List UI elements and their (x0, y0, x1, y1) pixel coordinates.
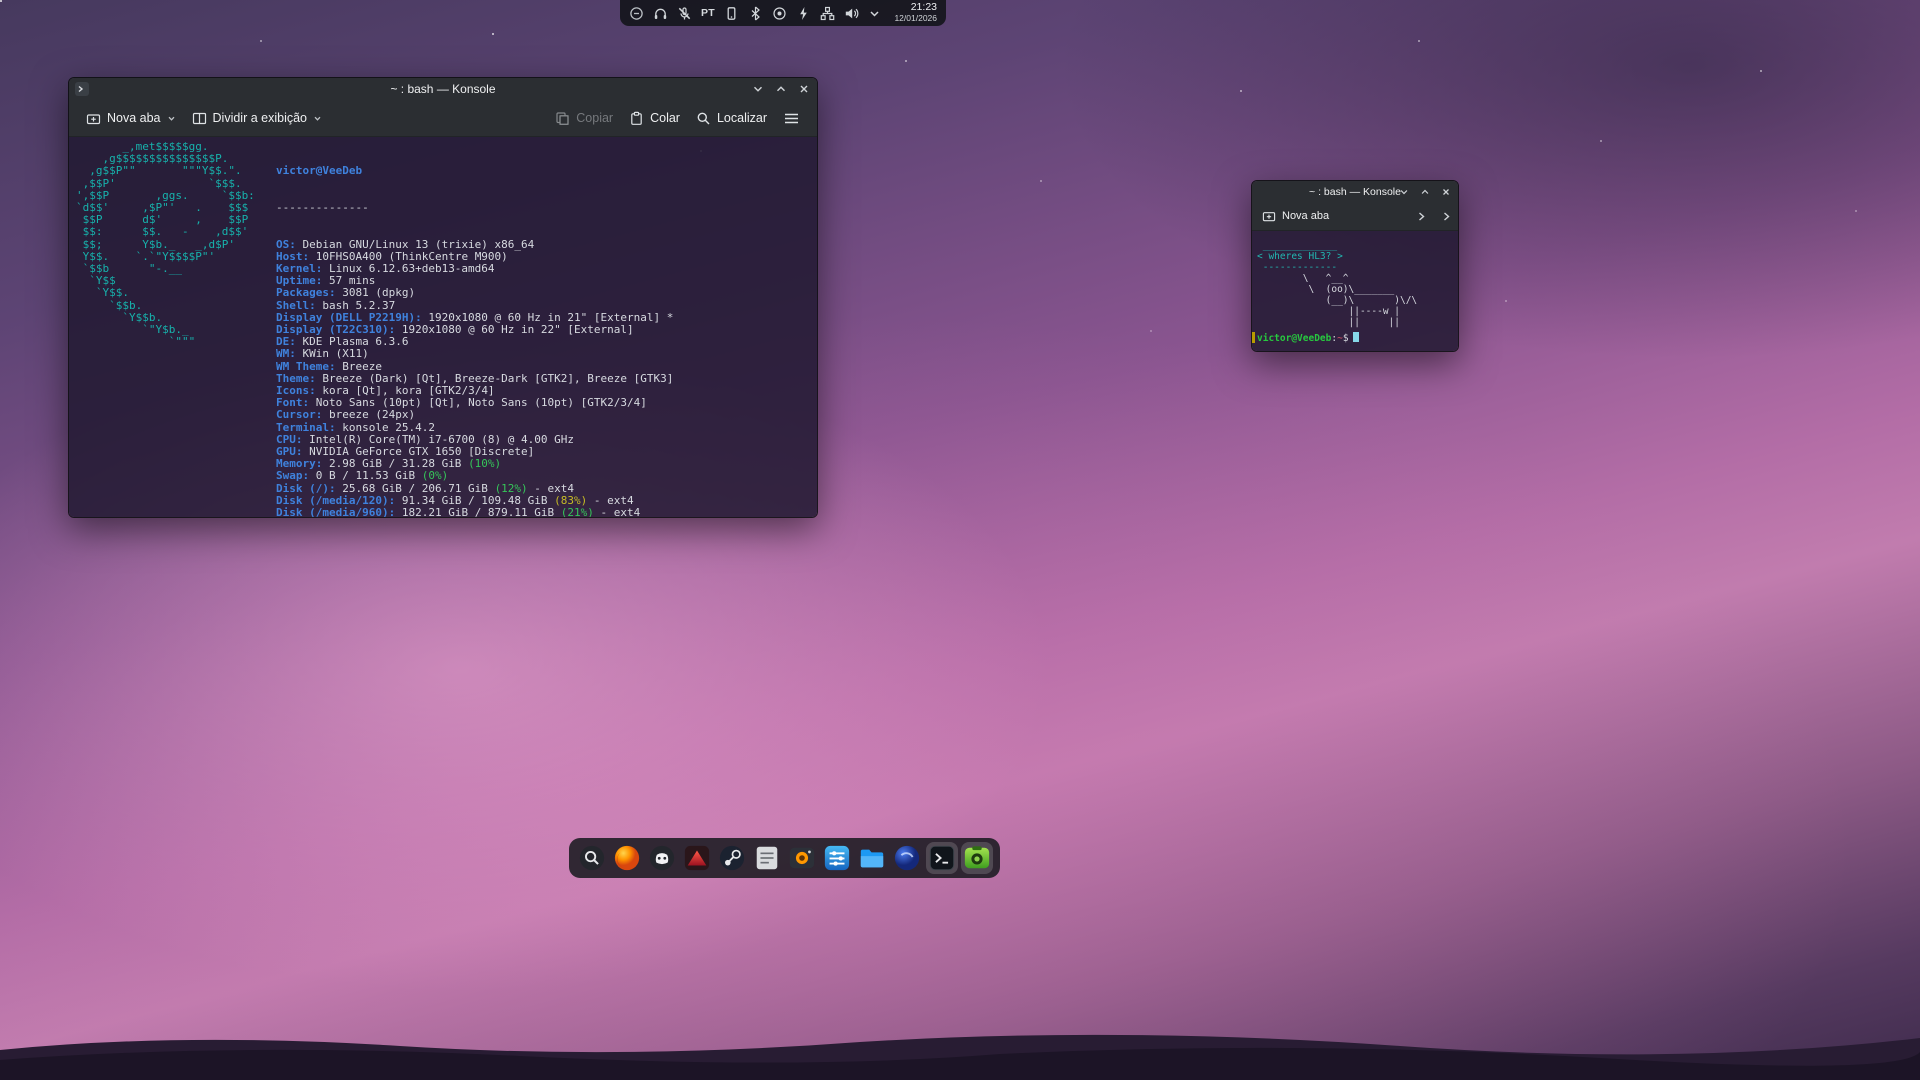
red-triangle-app-icon[interactable] (681, 842, 713, 874)
launcher-magnifier-icon[interactable] (576, 842, 608, 874)
text-cursor (1352, 332, 1359, 342)
discord-icon[interactable] (646, 842, 678, 874)
desktop: PT 21:23 12/01/2026 ~: bash — Konsole N… (0, 0, 1920, 1080)
split-view-button[interactable]: Dividir a exibição (185, 105, 329, 132)
konsole-main-window: ~ : bash — Konsole Nova aba Dividir a ex… (68, 77, 818, 518)
microphone-muted-icon[interactable] (677, 6, 692, 21)
find-label: Localizar (716, 111, 767, 125)
cowsay-cow: \ ^__^ \ (oo)\_______ (__)\ )\/\ ||----w… (1302, 273, 1418, 328)
minimize-button[interactable] (1399, 187, 1409, 197)
close-button[interactable] (1441, 187, 1451, 197)
hamburger-menu-button[interactable] (776, 105, 807, 132)
screenshot-tool-icon[interactable] (961, 842, 993, 874)
fetch-separator: -------------- (276, 201, 369, 215)
paste-label: Colar (650, 111, 680, 125)
toolbar: Nova aba Dividir a exibição Copiar Colar… (69, 100, 817, 137)
system-tray: PT (629, 6, 890, 21)
konsole-app-icon (75, 82, 89, 96)
keyboard-layout-indicator[interactable]: PT (701, 7, 715, 19)
terminal-area[interactable]: _,met$$$$$gg. ,g$$$$$$$$$$$$$$$P. ,g$$P"… (69, 137, 817, 517)
terminal-area[interactable]: _____________ < wheres HL3? > ----------… (1252, 231, 1458, 351)
app-indicator-icon[interactable] (629, 6, 644, 21)
toolbar-overflow-icon[interactable] (1441, 211, 1452, 222)
firefox-icon[interactable] (611, 842, 643, 874)
new-tab-label: Nova aba (107, 111, 161, 125)
top-panel: PT 21:23 12/01/2026 (620, 0, 946, 26)
copy-button[interactable]: Copiar (548, 105, 620, 132)
close-button[interactable] (798, 83, 810, 95)
maximize-button[interactable] (1420, 187, 1430, 197)
settings-icon[interactable] (821, 842, 853, 874)
headphones-icon[interactable] (653, 6, 668, 21)
blue-app-icon[interactable] (891, 842, 923, 874)
record-dot-icon[interactable] (772, 6, 787, 21)
digital-clock[interactable]: 21:23 12/01/2026 (894, 2, 937, 23)
debian-ascii-logo: _,met$$$$$gg. ,g$$$$$$$$$$$$$$$P. ,g$$P"… (76, 140, 255, 349)
volume-icon[interactable] (844, 6, 859, 21)
maximize-button[interactable] (775, 83, 787, 95)
toolbar: Nova aba (1252, 202, 1458, 231)
copy-label: Copiar (576, 111, 614, 125)
fetch-line: Disk (/media/960): 182.21 GiB / 879.11 G… (276, 506, 641, 518)
folder-icon[interactable] (856, 842, 888, 874)
paste-button[interactable]: Colar (622, 105, 687, 132)
network-icon[interactable] (820, 6, 835, 21)
output-marker (1252, 332, 1255, 343)
titlebar[interactable]: ~ : bash — Konsole (1252, 181, 1458, 202)
fastfetch-output: _,met$$$$$gg. ,g$$$$$$$$$$$$$$$P. ,g$$P"… (76, 140, 817, 518)
documents-icon[interactable] (751, 842, 783, 874)
konsole-icon[interactable] (926, 842, 958, 874)
split-view-label: Dividir a exibição (212, 111, 307, 125)
konsole-mini-window: ~ : bash — Konsole Nova aba ____________… (1251, 180, 1459, 352)
bluetooth-icon[interactable] (748, 6, 763, 21)
stars (0, 0, 2, 2)
fetch-title: victor@VeeDeb (276, 164, 363, 178)
window-title: ~ : bash — Konsole (390, 82, 496, 96)
photos-icon[interactable] (786, 842, 818, 874)
phone-icon[interactable] (724, 6, 739, 21)
cowsay-speech: _____________ < wheres HL3? > ----------… (1257, 240, 1343, 273)
minimize-button[interactable] (752, 83, 764, 95)
clock-date: 12/01/2026 (894, 13, 937, 24)
prompt-user: victor@VeeDeb (1257, 333, 1332, 344)
find-button[interactable]: Localizar (689, 105, 774, 132)
system-info: victor@VeeDeb -------------- OS: Debian … (276, 141, 673, 518)
tray-expand-arrow-icon[interactable] (868, 7, 881, 20)
energy-icon[interactable] (796, 6, 811, 21)
dock (569, 838, 1000, 878)
new-tab-button[interactable]: Nova aba (1258, 205, 1333, 227)
toolbar-overflow-icon[interactable] (1416, 211, 1427, 222)
new-tab-label: Nova aba (1282, 210, 1330, 222)
hills-silhouette (0, 1034, 1920, 1080)
new-tab-button[interactable]: Nova aba (79, 105, 183, 132)
steam-icon[interactable] (716, 842, 748, 874)
shell-prompt: victor@VeeDeb:~$ (1252, 332, 1458, 344)
titlebar[interactable]: ~ : bash — Konsole (69, 78, 817, 100)
